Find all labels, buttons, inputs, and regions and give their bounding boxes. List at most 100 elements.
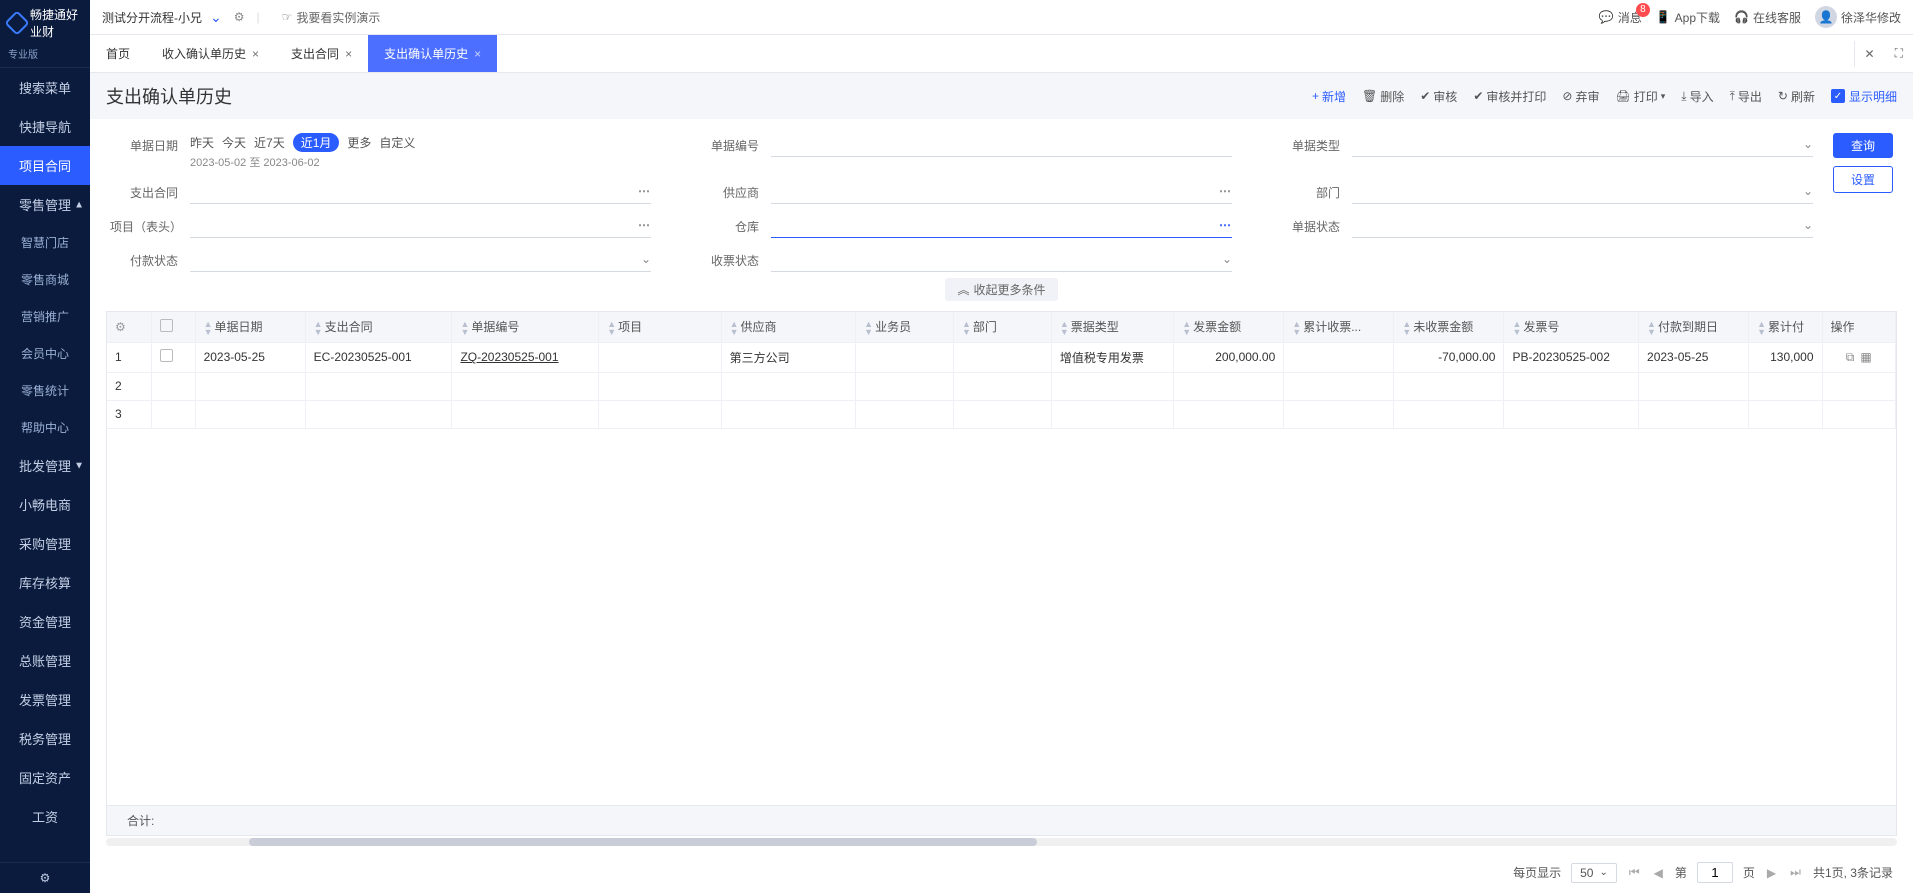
sidebar-item-ledger[interactable]: 总账管理 — [0, 641, 90, 680]
filter-lookup-supplier[interactable]: ⋯ — [771, 180, 1232, 204]
col-dept[interactable]: ▲▼部门 — [954, 312, 1052, 342]
sidebar-item-quick-nav[interactable]: 快捷导航 — [0, 107, 90, 146]
col-inv-no[interactable]: ▲▼发票号 — [1504, 312, 1639, 342]
sidebar-item-help-center[interactable]: 帮助中心 — [0, 409, 90, 446]
chip-custom[interactable]: 自定义 — [379, 134, 415, 151]
sidebar-item-member-center[interactable]: 会员中心 — [0, 335, 90, 372]
sidebar-item-wholesale[interactable]: 批发管理▼ — [0, 446, 90, 485]
filter-select-pay-status[interactable]: ⌄ — [190, 248, 651, 272]
qr-icon[interactable]: ▦ — [1860, 350, 1871, 365]
messages-button[interactable]: 💬 消息 8 — [1599, 9, 1642, 26]
last-page-button[interactable]: ⏭ — [1788, 865, 1803, 880]
sidebar-item-retail-stats[interactable]: 零售统计 — [0, 372, 90, 409]
settings-filter-button[interactable]: 设置 — [1833, 166, 1893, 193]
close-icon[interactable]: × — [474, 47, 481, 61]
sidebar-item-smart-store[interactable]: 智慧门店 — [0, 224, 90, 261]
col-docno[interactable]: ▲▼单据编号 — [452, 312, 599, 342]
filter-select-dept[interactable]: ⌄ — [1352, 180, 1813, 204]
sidebar-item-retail-mall[interactable]: 零售商城 — [0, 261, 90, 298]
support-button[interactable]: 🎧 在线客服 — [1734, 9, 1801, 26]
chip-last1m[interactable]: 近1月 — [293, 133, 340, 152]
next-page-button[interactable]: ▶ — [1765, 866, 1778, 880]
chip-more[interactable]: 更多 — [347, 134, 371, 151]
close-icon[interactable]: × — [252, 47, 259, 61]
table-row[interactable]: 3 — [107, 400, 1896, 428]
copy-icon[interactable]: ⧉ — [1846, 350, 1855, 365]
sidebar-item-purchase[interactable]: 采购管理 — [0, 524, 90, 563]
sidebar-item-search-menu[interactable]: 搜索菜单 — [0, 68, 90, 107]
sort-icon: ▲▼ — [204, 320, 213, 336]
settings-button[interactable]: ⚙ — [0, 862, 90, 893]
table-row[interactable]: 12023-05-25EC-20230525-001ZQ-20230525-00… — [107, 342, 1896, 372]
sidebar-item-funds[interactable]: 资金管理 — [0, 602, 90, 641]
sidebar-item-tax[interactable]: 税务管理 — [0, 719, 90, 758]
col-due-date[interactable]: ▲▼付款到期日 — [1639, 312, 1749, 342]
filter-lookup-contract[interactable]: ⋯ — [190, 180, 651, 204]
user-menu[interactable]: 👤 徐泽华修改 — [1815, 6, 1901, 28]
sidebar-item-retail-mgmt[interactable]: 零售管理▲ — [0, 185, 90, 224]
context-settings-icon[interactable]: ⚙ — [234, 10, 245, 24]
context-name: 测试分开流程-小兄 — [102, 9, 202, 26]
page-input[interactable] — [1697, 862, 1733, 883]
table-row[interactable]: 2 — [107, 372, 1896, 400]
doc-link[interactable]: ZQ-20230525-001 — [460, 350, 558, 364]
tab-支出确认单历史[interactable]: 支出确认单历史 × — [368, 35, 497, 72]
sidebar-item-salary[interactable]: 工资 — [0, 797, 90, 836]
col-cum-pay[interactable]: ▲▼累计付 — [1749, 312, 1822, 342]
collapse-filters-button[interactable]: ︽ 收起更多条件 — [945, 278, 1057, 301]
delete-button[interactable]: 🗑删除 — [1362, 88, 1404, 105]
audit-button[interactable]: ✔审核 — [1420, 88, 1457, 105]
filter-select-doc-type[interactable]: ⌄ — [1352, 133, 1813, 157]
sidebar-item-ecommerce[interactable]: 小畅电商 — [0, 485, 90, 524]
add-button[interactable]: +新增 — [1312, 88, 1346, 105]
sidebar-item-inventory[interactable]: 库存核算 — [0, 563, 90, 602]
col-checkbox[interactable] — [151, 312, 195, 342]
show-detail-toggle[interactable]: ✓ 显示明细 — [1831, 88, 1897, 105]
sidebar-item-project-contract[interactable]: 项目合同 — [0, 146, 90, 185]
col-unrecv-amt[interactable]: ▲▼未收票金额 — [1394, 312, 1504, 342]
filter-lookup-project[interactable]: ⋯ — [190, 214, 651, 238]
per-page-select[interactable]: 50 ⌄ — [1571, 863, 1617, 883]
col-contract[interactable]: ▲▼支出合同 — [305, 312, 452, 342]
app-download-button[interactable]: 📱 App下载 — [1656, 9, 1720, 26]
filter-input-doc-no[interactable] — [771, 133, 1232, 157]
sidebar-item-marketing[interactable]: 营销推广 — [0, 298, 90, 335]
col-clerk[interactable]: ▲▼业务员 — [856, 312, 954, 342]
sidebar-item-invoice[interactable]: 发票管理 — [0, 680, 90, 719]
query-button[interactable]: 查询 — [1833, 133, 1893, 158]
col-gear[interactable]: ⚙ — [107, 312, 151, 342]
demo-link[interactable]: ☞ 我要看实例演示 — [282, 9, 381, 26]
checkbox-icon[interactable] — [160, 349, 173, 362]
chip-today[interactable]: 今天 — [222, 134, 246, 151]
chip-yesterday[interactable]: 昨天 — [190, 134, 214, 151]
audit-print-button[interactable]: ✔审核并打印 — [1473, 88, 1546, 105]
tab-支出合同[interactable]: 支出合同× — [275, 35, 368, 72]
tab-收入确认单历史[interactable]: 收入确认单历史× — [146, 35, 275, 72]
print-button[interactable]: 🖨打印▾ — [1615, 88, 1665, 105]
scroll-thumb[interactable] — [249, 838, 1037, 846]
discard-button[interactable]: ⊘弃审 — [1562, 88, 1599, 105]
first-page-button[interactable]: ⏮ — [1627, 865, 1642, 880]
col-ticket-type[interactable]: ▲▼票据类型 — [1051, 312, 1173, 342]
sidebar-item-fixed-asset[interactable]: 固定资产 — [0, 758, 90, 797]
filter-select-recv-status[interactable]: ⌄ — [771, 248, 1232, 272]
filter-select-doc-status[interactable]: ⌄ — [1352, 214, 1813, 238]
context-switcher[interactable]: 测试分开流程-小兄 ⌄ — [102, 9, 222, 26]
col-supplier[interactable]: ▲▼供应商 — [721, 312, 856, 342]
refresh-button[interactable]: ↻刷新 — [1778, 88, 1815, 105]
col-project[interactable]: ▲▼项目 — [599, 312, 721, 342]
col-date[interactable]: ▲▼单据日期 — [195, 312, 305, 342]
import-button[interactable]: ⤓导入 — [1681, 88, 1713, 105]
close-all-tabs-button[interactable]: ✕ — [1854, 41, 1885, 67]
col-cum-recv[interactable]: ▲▼累计收票... — [1284, 312, 1394, 342]
close-icon[interactable]: × — [345, 47, 352, 61]
col-inv-amt[interactable]: ▲▼发票金额 — [1174, 312, 1284, 342]
horizontal-scrollbar[interactable] — [106, 838, 1897, 848]
chip-last7[interactable]: 近7天 — [254, 134, 285, 151]
fullscreen-button[interactable]: ⛶ — [1885, 40, 1913, 67]
tab-label: 支出确认单历史 — [384, 45, 468, 62]
prev-page-button[interactable]: ◀ — [1652, 866, 1665, 880]
tab-首页[interactable]: 首页 — [90, 35, 146, 72]
filter-lookup-warehouse[interactable]: ⋯ — [771, 214, 1232, 238]
export-button[interactable]: ⤒导出 — [1730, 88, 1762, 105]
